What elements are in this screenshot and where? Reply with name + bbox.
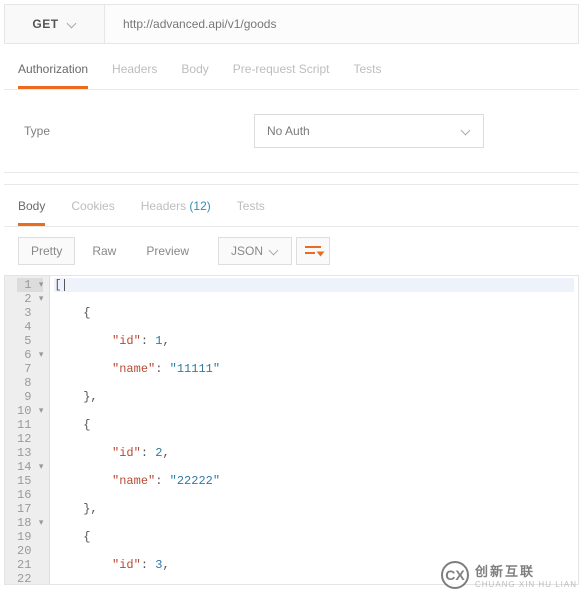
line-number: 22 (17, 572, 43, 585)
resp-tab-tests[interactable]: Tests (237, 199, 265, 226)
line-number: 14 ▾ (17, 460, 43, 474)
line-number: 5 (17, 334, 43, 348)
response-tabs: Body Cookies Headers (12) Tests (4, 185, 579, 227)
url-value: http://advanced.api/v1/goods (123, 17, 276, 31)
view-preview[interactable]: Preview (133, 237, 202, 265)
tab-headers[interactable]: Headers (112, 62, 157, 89)
code-line: { (54, 418, 574, 432)
watermark-logo-icon: CX (441, 561, 469, 589)
format-value: JSON (231, 244, 263, 258)
line-number: 15 (17, 474, 43, 488)
chevron-down-icon (269, 246, 279, 256)
line-number: 13 (17, 446, 43, 460)
response-body-editor[interactable]: 1 ▾2 ▾3 4 5 6 ▾7 8 9 10 ▾11 12 13 14 ▾15… (4, 275, 579, 585)
code-line: "name": "22222" (54, 474, 574, 488)
format-select[interactable]: JSON (218, 237, 292, 265)
code-line: { (54, 306, 574, 320)
tab-pre-request[interactable]: Pre-request Script (233, 62, 330, 89)
watermark: CX 创新互联 CHUANG XIN HU LIAN (441, 561, 577, 589)
method-value: GET (32, 17, 58, 31)
line-number: 10 ▾ (17, 404, 43, 418)
line-number: 21 (17, 558, 43, 572)
code-line: { (54, 530, 574, 544)
line-number: 17 (17, 502, 43, 516)
code-line: }, (54, 390, 574, 404)
fold-caret-icon[interactable]: ▾ (35, 292, 43, 306)
code-line: "name": "11111" (54, 362, 574, 376)
line-number: 2 ▾ (17, 292, 43, 306)
fold-caret-icon[interactable]: ▾ (35, 404, 43, 418)
resp-tab-cookies[interactable]: Cookies (71, 199, 114, 226)
method-select[interactable]: GET (5, 5, 105, 43)
code-line: [ (54, 278, 574, 292)
resp-tab-headers[interactable]: Headers (12) (141, 199, 211, 226)
view-pretty[interactable]: Pretty (18, 237, 75, 265)
fold-caret-icon[interactable]: ▾ (35, 516, 43, 530)
view-raw[interactable]: Raw (79, 237, 129, 265)
line-number: 6 ▾ (17, 348, 43, 362)
request-bar: GET http://advanced.api/v1/goods (4, 4, 579, 44)
fold-caret-icon[interactable]: ▾ (35, 348, 43, 362)
tab-body[interactable]: Body (181, 62, 208, 89)
wrap-lines-icon (305, 244, 321, 258)
watermark-subtitle: CHUANG XIN HU LIAN (475, 580, 577, 589)
line-number: 7 (17, 362, 43, 376)
auth-type-select[interactable]: No Auth (254, 114, 484, 148)
section-divider (4, 173, 579, 185)
request-tabs: Authorization Headers Body Pre-request S… (4, 48, 579, 90)
line-number: 16 (17, 488, 43, 502)
auth-type-value: No Auth (267, 124, 310, 138)
auth-type-label: Type (24, 124, 254, 138)
line-number: 18 ▾ (17, 516, 43, 530)
line-number: 3 (17, 306, 43, 320)
line-number: 4 (17, 320, 43, 334)
wrap-lines-button[interactable] (296, 237, 330, 265)
line-number: 1 ▾ (17, 278, 43, 292)
line-number: 8 (17, 376, 43, 390)
line-number: 11 (17, 418, 43, 432)
fold-caret-icon[interactable]: ▾ (35, 278, 43, 292)
chevron-down-icon (67, 19, 77, 29)
line-number: 12 (17, 432, 43, 446)
line-number: 20 (17, 544, 43, 558)
chevron-down-icon (461, 126, 471, 136)
code-line: }, (54, 502, 574, 516)
tab-authorization[interactable]: Authorization (18, 62, 88, 89)
code-line: "id": 1, (54, 334, 574, 348)
fold-caret-icon[interactable]: ▾ (35, 460, 43, 474)
auth-section: Type No Auth (4, 90, 579, 173)
response-toolbar: Pretty Raw Preview JSON (4, 227, 579, 275)
code-line: "id": 2, (54, 446, 574, 460)
line-number: 19 (17, 530, 43, 544)
resp-tab-body[interactable]: Body (18, 199, 45, 226)
code-content[interactable]: [ { "id": 1, "name": "11111" }, { "id": … (50, 276, 578, 584)
url-input[interactable]: http://advanced.api/v1/goods (105, 5, 578, 43)
watermark-title: 创新互联 (475, 561, 577, 580)
resp-tab-headers-label: Headers (141, 199, 186, 213)
line-number: 9 (17, 390, 43, 404)
resp-headers-count: (12) (189, 199, 210, 213)
line-gutter: 1 ▾2 ▾3 4 5 6 ▾7 8 9 10 ▾11 12 13 14 ▾15… (5, 276, 50, 584)
tab-tests[interactable]: Tests (353, 62, 381, 89)
